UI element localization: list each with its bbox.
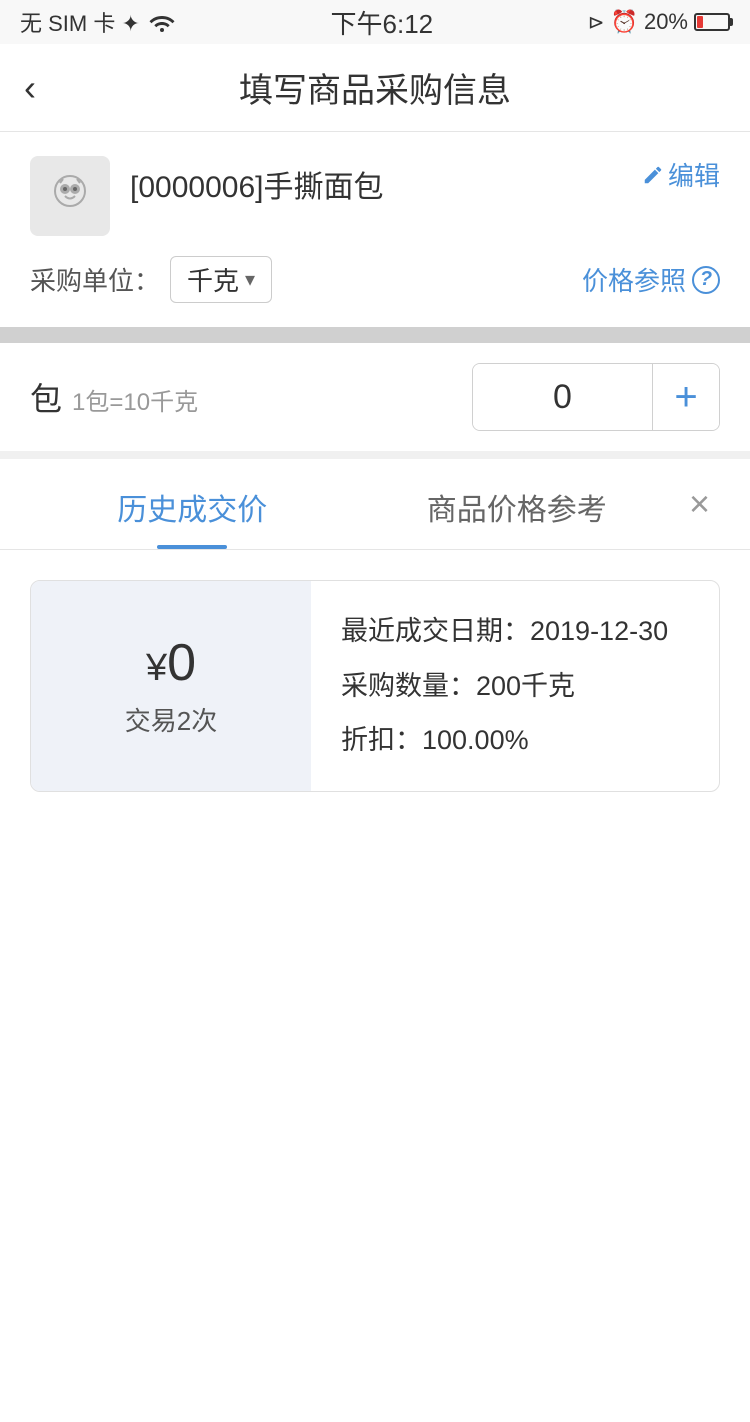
unit-dropdown[interactable]: 千克 ▾	[170, 256, 272, 303]
status-time: 下午6:12	[331, 4, 434, 41]
tab1-label: 历史成交价	[117, 494, 267, 527]
price-value: 0	[167, 634, 196, 692]
purchase-unit-left: 采购单位： 千克 ▾	[30, 256, 272, 303]
tab-price-ref[interactable]: 商品价格参考	[354, 459, 678, 549]
purchase-qty-row: 采购数量：200千克	[341, 666, 689, 707]
battery-pct: 20%	[644, 9, 688, 35]
location-icon: ⊳	[588, 10, 605, 35]
purchase-unit-row: 采购单位： 千克 ▾ 价格参照 ?	[30, 256, 720, 303]
recent-date-value: 2019-12-30	[530, 616, 668, 646]
edit-label: 编辑	[668, 156, 720, 193]
quantity-plus-button[interactable]: +	[653, 364, 719, 430]
yen-symbol: ¥	[146, 647, 167, 689]
product-top: [0000006]手撕面包 编辑	[30, 156, 720, 236]
wifi-icon	[148, 12, 176, 32]
price-ref-label: 价格参照	[582, 261, 686, 298]
empty-content-area	[0, 822, 750, 1422]
price-trades: 交易2次	[125, 701, 217, 738]
quantity-controls: +	[472, 363, 720, 431]
price-summary: ¥0 交易2次	[31, 581, 311, 791]
section-divider	[0, 327, 750, 343]
tab-history-price[interactable]: 历史成交价	[30, 459, 354, 549]
edit-button[interactable]: 编辑	[642, 156, 720, 193]
battery-icon	[694, 13, 730, 31]
tab2-label: 商品价格参考	[427, 494, 607, 527]
unit-label: 采购单位：	[30, 261, 160, 298]
product-name: [0000006]手撕面包	[130, 156, 383, 206]
product-info: [0000006]手撕面包	[30, 156, 642, 236]
quantity-label: 包 1包=10千克	[30, 374, 198, 420]
status-right: ⊳ ⏰ 20%	[588, 9, 730, 35]
price-ref-button[interactable]: 价格参照 ?	[582, 261, 720, 298]
status-left: 无 SIM 卡 ✦	[20, 6, 176, 38]
back-button[interactable]: ‹	[24, 67, 36, 109]
page-title: 填写商品采购信息	[239, 63, 511, 112]
tabs-header: 历史成交价 商品价格参考 ×	[0, 459, 750, 550]
owl-icon	[45, 171, 95, 221]
purchase-qty-value: 200千克	[476, 671, 575, 701]
unit-value: 千克	[187, 261, 239, 298]
info-icon: ?	[692, 266, 720, 294]
dropdown-arrow-icon: ▾	[245, 267, 255, 292]
product-card: [0000006]手撕面包 编辑 采购单位： 千克 ▾ 价格参照 ?	[0, 132, 750, 327]
purchase-qty-label: 采购数量：	[341, 671, 476, 701]
quantity-unit: 包	[30, 374, 62, 420]
close-button[interactable]: ×	[679, 463, 720, 545]
nav-bar: ‹ 填写商品采购信息	[0, 44, 750, 132]
recent-date-label: 最近成交日期：	[341, 616, 530, 646]
price-amount: ¥0	[146, 633, 196, 693]
price-card: ¥0 交易2次 最近成交日期：2019-12-30 采购数量：200千克 折扣：…	[30, 580, 720, 792]
quantity-input[interactable]	[473, 364, 653, 430]
discount-row: 折扣：100.00%	[341, 720, 689, 761]
tabs-panel: 历史成交价 商品价格参考 × ¥0 交易2次 最近成交日期：2019-12-30…	[0, 459, 750, 822]
quantity-conversion: 1包=10千克	[72, 382, 198, 417]
quantity-row: 包 1包=10千克 +	[0, 343, 750, 451]
alarm-icon: ⏰	[611, 9, 638, 35]
status-bar: 无 SIM 卡 ✦ 下午6:12 ⊳ ⏰ 20%	[0, 0, 750, 44]
discount-label: 折扣：	[341, 725, 422, 755]
history-content: ¥0 交易2次 最近成交日期：2019-12-30 采购数量：200千克 折扣：…	[0, 550, 750, 822]
recent-date-row: 最近成交日期：2019-12-30	[341, 611, 689, 652]
price-details: 最近成交日期：2019-12-30 采购数量：200千克 折扣：100.00%	[311, 581, 719, 791]
edit-icon	[642, 164, 664, 186]
product-thumbnail	[30, 156, 110, 236]
discount-value: 100.00%	[422, 725, 529, 755]
no-sim-text: 无 SIM 卡 ✦	[20, 6, 140, 38]
